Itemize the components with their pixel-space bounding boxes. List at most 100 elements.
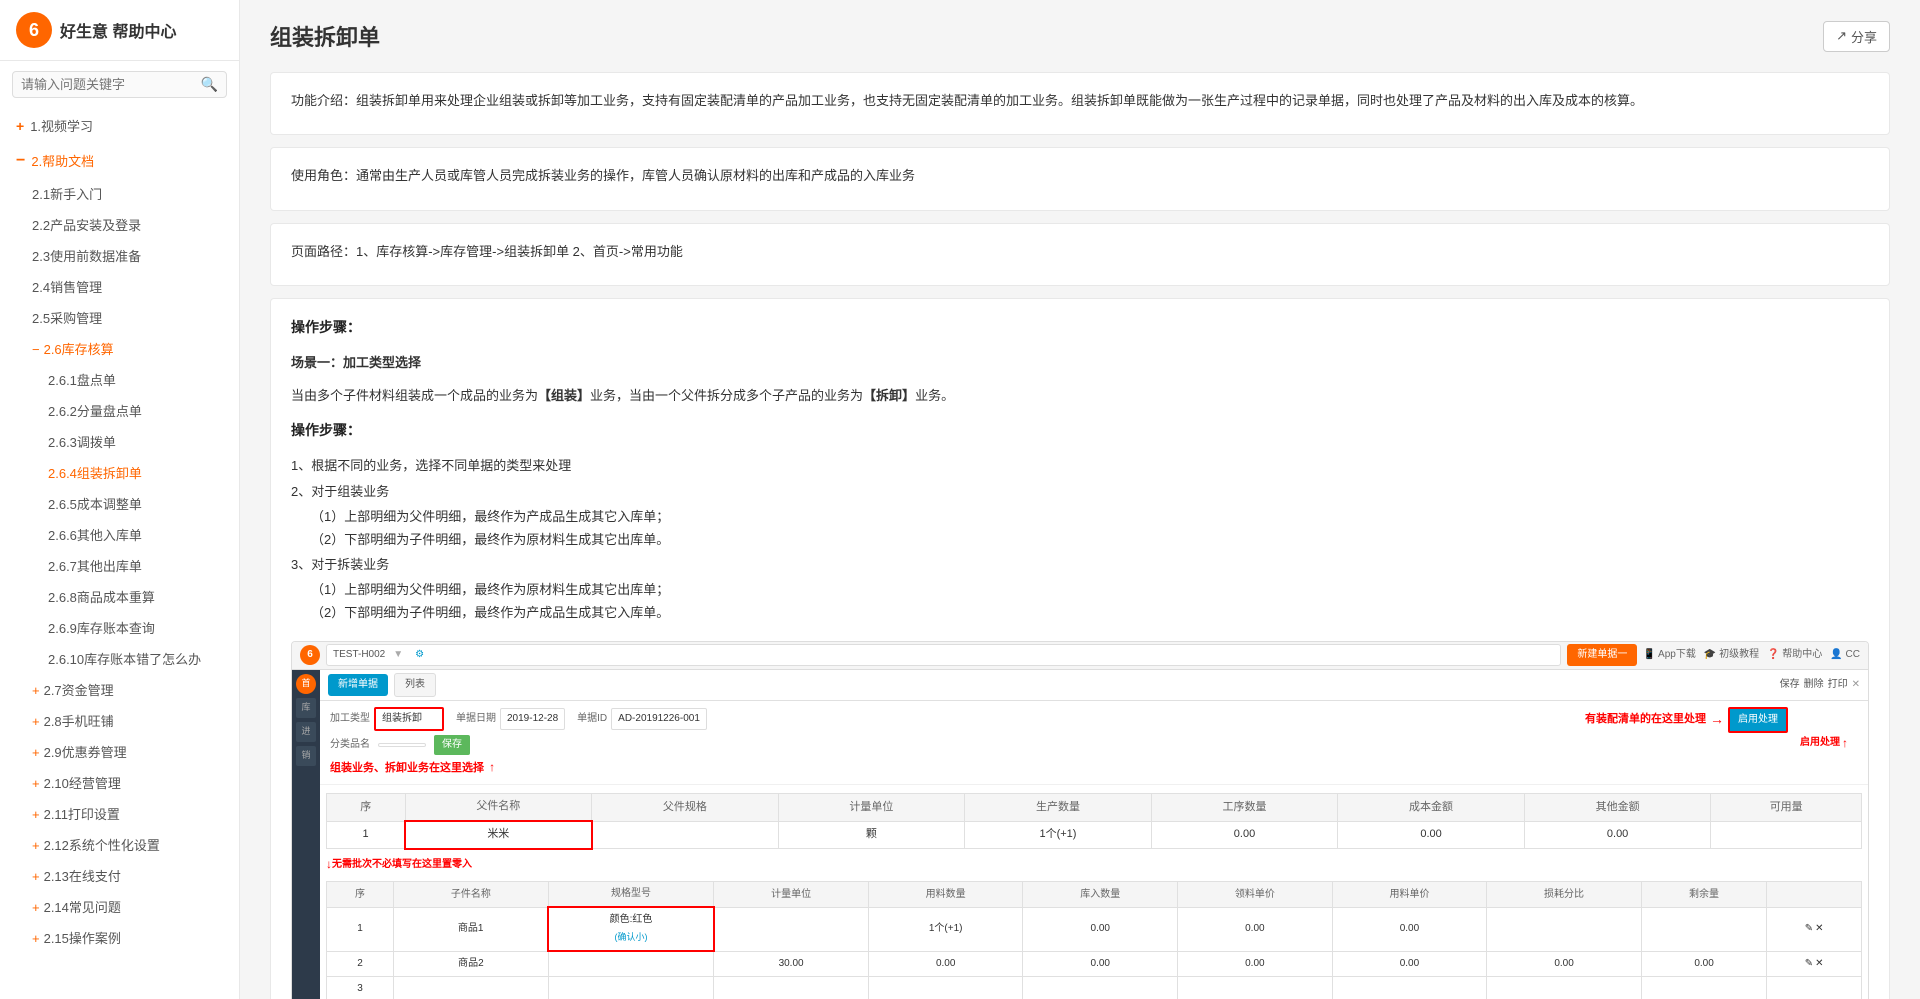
sidebar-item-mobile[interactable]: +2.8手机旺铺 bbox=[0, 705, 239, 736]
sub-cell-stock-qty: 0.00 bbox=[1023, 951, 1178, 976]
sub-edit-icon2[interactable]: ✎ bbox=[1805, 958, 1813, 969]
sub-cell-name: 商品1 bbox=[394, 907, 549, 951]
notice-batch-text: 启用处理 bbox=[1800, 734, 1840, 752]
sidebar-item-system[interactable]: +2.12系统个性化设置 bbox=[0, 829, 239, 860]
sidebar-item-label: 2.帮助文档 bbox=[31, 151, 94, 170]
cell-prod-qty: 1个(+1) bbox=[965, 821, 1152, 849]
sidebar-item-stocktake[interactable]: 2.6.1盘点单 bbox=[0, 364, 239, 395]
search-icon[interactable]: 🔍 bbox=[201, 76, 218, 93]
sub-col-stock-qty: 库入数量 bbox=[1023, 882, 1178, 908]
sidebar-item-purchase[interactable]: 2.5采购管理 bbox=[0, 302, 239, 333]
mock-field-date-input[interactable]: 2019-12-28 bbox=[500, 708, 565, 730]
notice-fill-area: ↓ 无需批次不必填写在这里置零入 bbox=[320, 854, 1868, 878]
sub-table-row: 2 商品2 30.00 0.00 0.00 0.00 0.00 0.00 bbox=[327, 951, 1862, 976]
mock-assort-input[interactable] bbox=[378, 743, 426, 747]
intro-card: 功能介绍：组装拆卸单用来处理企业组装或拆卸等加工业务，支持有固定装配清单的产品加… bbox=[270, 72, 1890, 135]
sidebar-item-operation[interactable]: +2.10经营管理 bbox=[0, 767, 239, 798]
mock-notice-config: 有装配清单的在这里处理 → 启用处理 bbox=[1585, 707, 1788, 733]
sub-cell-pick-price: 0.00 bbox=[1178, 951, 1333, 976]
sidebar-item-prepare[interactable]: 2.3使用前数据准备 bbox=[0, 240, 239, 271]
mock-save-btn[interactable]: 保存 bbox=[434, 735, 470, 755]
sidebar-item-new[interactable]: 2.1新手入门 bbox=[0, 178, 239, 209]
sub-cell-unit: 30.00 bbox=[714, 951, 869, 976]
sidebar-item-coupon[interactable]: +2.9优惠券管理 bbox=[0, 736, 239, 767]
sidebar-item-stock-query[interactable]: 2.6.9库存账本查询 bbox=[0, 612, 239, 643]
mock-field-id-input[interactable]: AD-20191226-001 bbox=[611, 708, 707, 730]
mock-logo: 6 bbox=[300, 645, 320, 665]
mock-form-subrow: 分类品名 保存 启用处理 ↑ bbox=[330, 735, 1858, 755]
col-other: 其他金额 bbox=[1524, 794, 1711, 821]
sub-col-qty: 用料数量 bbox=[868, 882, 1023, 908]
sidebar-item-faq[interactable]: +2.14常见问题 bbox=[0, 891, 239, 922]
mock-mini-sidebar: 首 库 进 销 bbox=[292, 670, 320, 999]
sidebar-item-print[interactable]: +2.11打印设置 bbox=[0, 798, 239, 829]
sidebar-item-adjust[interactable]: 2.6.3调拨单 bbox=[0, 426, 239, 457]
mock-mini-icon4: 销 bbox=[296, 746, 316, 766]
sidebar-item-stock-error[interactable]: 2.6.10库存账本错了怎么办 bbox=[0, 643, 239, 674]
sidebar-item-docs[interactable]: − 2.帮助文档 bbox=[0, 143, 239, 178]
mock-mini-icon2: 库 bbox=[296, 698, 316, 718]
sub-edit-icon[interactable]: ✎ bbox=[1805, 923, 1813, 934]
sidebar-item-video[interactable]: + 1.视频学习 bbox=[0, 108, 239, 143]
sub-table-row: 1 商品1 颜色:红色(确认小) 1个(+1) 0.00 0.00 0.00 bbox=[327, 907, 1862, 951]
cell-cost: 0.00 bbox=[1338, 821, 1525, 849]
sidebar-item-assembly[interactable]: 2.6.4组装拆卸单 bbox=[0, 457, 239, 488]
col-cost: 成本金额 bbox=[1338, 794, 1525, 821]
sub-col-spec: 规格型号 bbox=[548, 882, 714, 908]
mock-field-id: 单据ID AD-20191226-001 bbox=[577, 708, 707, 730]
page-header: 组装拆卸单 ↗ 分享 bbox=[270, 20, 1890, 52]
sidebar-item-payment[interactable]: +2.13在线支付 bbox=[0, 860, 239, 891]
share-button[interactable]: ↗ 分享 bbox=[1823, 21, 1890, 52]
app-name: 好生意 帮助中心 bbox=[60, 18, 176, 42]
col-prod-qty: 生产数量 bbox=[965, 794, 1152, 821]
search-input[interactable] bbox=[21, 77, 201, 92]
sub-cell-seq: 1 bbox=[327, 907, 394, 951]
mock-new-btn[interactable]: 新建单据一 bbox=[1567, 644, 1637, 666]
sidebar-item-other-out[interactable]: 2.6.7其他出库单 bbox=[0, 550, 239, 581]
mock-assort-label: 分类品名 bbox=[330, 736, 370, 754]
col-unit: 计量单位 bbox=[778, 794, 965, 821]
mock-close-icon[interactable]: ✕ bbox=[1852, 676, 1860, 694]
notice-type-area: 组装业务、拆卸业务在这里选择 ↑ bbox=[330, 757, 1858, 779]
mock-mini-icon3: 进 bbox=[296, 722, 316, 742]
mock-main: 新增单据 列表 保存 删除 打印 ✕ bbox=[320, 670, 1868, 999]
sub-delete-icon2[interactable]: ✕ bbox=[1815, 958, 1823, 969]
sub-cell-name: 商品2 bbox=[394, 951, 549, 976]
sidebar-item-partial[interactable]: 2.6.2分量盘点单 bbox=[0, 395, 239, 426]
sub-cell-seq: 2 bbox=[327, 951, 394, 976]
step2-1: （1）上部明细为父件明细，最终作为产成品生成其它入库单； bbox=[291, 505, 1869, 528]
nav-list: + 1.视频学习 − 2.帮助文档 2.1新手入门 2.2产品安装及登录 2.3… bbox=[0, 108, 239, 999]
sub-delete-icon[interactable]: ✕ bbox=[1815, 923, 1823, 934]
sidebar-item-other-in[interactable]: 2.6.6其他入库单 bbox=[0, 519, 239, 550]
sidebar-item-cases[interactable]: +2.15操作案例 bbox=[0, 922, 239, 953]
mock-field-type-input[interactable]: 组装拆卸 bbox=[374, 707, 444, 731]
sub-col-action bbox=[1767, 882, 1862, 908]
sidebar-item-install[interactable]: 2.2产品安装及登录 bbox=[0, 209, 239, 240]
sub-cell-loss: 0.00 bbox=[1487, 951, 1642, 976]
sub-cell-use-price: 0.00 bbox=[1332, 951, 1487, 976]
search-box[interactable]: 🔍 bbox=[12, 71, 227, 98]
sub-table-row: 3 bbox=[327, 976, 1862, 999]
mock-tab-new[interactable]: 新增单据 bbox=[328, 674, 388, 696]
sidebar-item-finance[interactable]: +2.7资金管理 bbox=[0, 674, 239, 705]
mock-address: TEST-H002 ▼ ⚙ bbox=[326, 644, 1561, 666]
arrow-right-icon: → bbox=[1710, 707, 1724, 732]
sidebar-item-cost[interactable]: 2.6.5成本调整单 bbox=[0, 488, 239, 519]
cell-other: 0.00 bbox=[1524, 821, 1711, 849]
mock-field-type-label: 加工类型 bbox=[330, 710, 370, 728]
role-card: 使用角色：通常由生产人员或库管人员完成拆装业务的操作，库管人员确认原材料的出库和… bbox=[270, 147, 1890, 210]
col-parent-spec: 父件规格 bbox=[592, 794, 779, 821]
mock-tab-list[interactable]: 列表 bbox=[394, 673, 436, 697]
col-avail: 可用量 bbox=[1711, 794, 1862, 821]
mock-field-id-label: 单据ID bbox=[577, 710, 607, 728]
sidebar-item-cost-recalc[interactable]: 2.6.8商品成本重算 bbox=[0, 581, 239, 612]
sub-col-remain: 剩余量 bbox=[1641, 882, 1766, 908]
sidebar-item-inventory[interactable]: −2.6库存核算 bbox=[0, 333, 239, 364]
sub-col-pick-price: 领料单价 bbox=[1178, 882, 1333, 908]
sub-cell-use-price: 0.00 bbox=[1332, 907, 1487, 951]
minus-icon-small: − bbox=[32, 342, 40, 357]
sidebar-item-sales[interactable]: 2.4销售管理 bbox=[0, 271, 239, 302]
sub-cell-action: ✎✕ bbox=[1767, 951, 1862, 976]
mock-btn-process[interactable]: 启用处理 bbox=[1728, 707, 1788, 733]
sub-table: 序 子件名称 规格型号 计量单位 用料数量 库入数量 领料单价 用料单价 损耗分 bbox=[326, 881, 1862, 999]
